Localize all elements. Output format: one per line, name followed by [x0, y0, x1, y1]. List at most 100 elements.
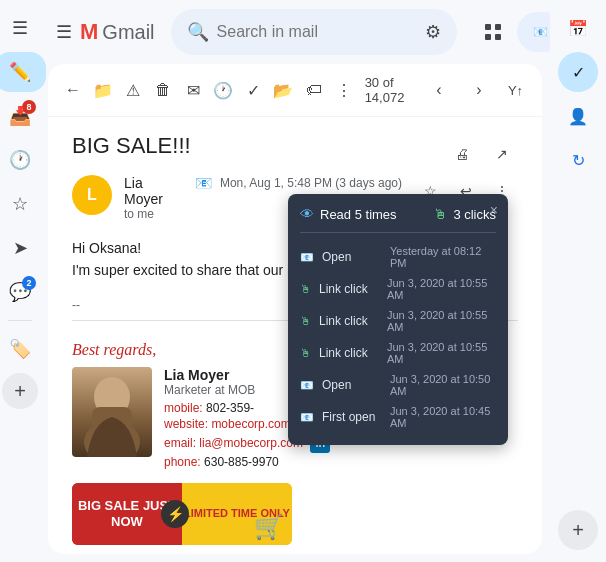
prev-email-button[interactable]: ‹	[421, 72, 457, 108]
clock-icon-btn[interactable]: 🕐	[0, 140, 40, 180]
cursor-icon: 🖱	[433, 206, 447, 222]
compose-button[interactable]: ✏️	[0, 52, 46, 92]
rs-sync-btn[interactable]: ↻	[558, 140, 598, 180]
gmail-text: Gmail	[102, 21, 154, 44]
move-button[interactable]: 📂	[270, 72, 296, 108]
email-date: Mon, Aug 1, 5:48 PM (3 days ago)	[220, 176, 402, 190]
pagination-text: 30 of 14,072	[365, 75, 417, 105]
main-content: ☰ M Gmail 🔍 ⚙ 📧 ❓ ⚙️	[40, 0, 550, 562]
more-button[interactable]: ⋮	[331, 72, 357, 108]
top-bar: ☰ M Gmail 🔍 ⚙ 📧 ❓ ⚙️	[40, 0, 550, 64]
rs-tasks-btn[interactable]: ✓	[558, 52, 598, 92]
tooltip-header: 👁 Read 5 times 🖱 3 clicks	[300, 206, 496, 222]
row-date: Yesterday at 08:12 PM	[390, 245, 496, 269]
sidebar-divider	[8, 320, 32, 321]
rs-contacts-btn[interactable]: 👤	[558, 96, 598, 136]
send-icon-btn[interactable]: ➤	[0, 228, 40, 268]
cart-icon: 🛒	[254, 513, 284, 541]
gmail-logo: M Gmail	[80, 19, 155, 45]
tooltip-row: 🖱 Link click Jun 3, 2020 at 10:55 AM	[300, 337, 496, 369]
sig-email-label: email:	[164, 436, 196, 450]
task-button[interactable]: ✓	[240, 72, 266, 108]
chat-badge: 2	[22, 276, 36, 290]
reads-stat: 👁 Read 5 times	[300, 206, 397, 222]
rs-add-button[interactable]: +	[558, 510, 598, 550]
add-label-button[interactable]: +	[2, 373, 38, 409]
tooltip-row: 📧 First open Jun 3, 2020 at 10:45 AM	[300, 401, 496, 433]
open-row-icon: 📧	[300, 379, 314, 392]
next-email-button[interactable]: ›	[461, 72, 497, 108]
inbox-badge: 8	[22, 100, 36, 114]
eye-icon: 👁	[300, 206, 314, 222]
filter-icon[interactable]: ⚙	[425, 21, 441, 43]
tracking-icon-btn[interactable]: 📧	[517, 12, 550, 52]
archive-button[interactable]: 📁	[90, 72, 116, 108]
sender-avatar: L	[72, 175, 112, 215]
signature-photo	[72, 367, 152, 457]
gmail-m-icon: M	[80, 19, 98, 45]
search-input[interactable]	[217, 23, 417, 41]
left-sidebar: ☰ ✏️ 📥 8 🕐 ☆ ➤ 💬 2 🏷️ +	[0, 0, 40, 562]
tooltip-row: 📧 Open Yesterday at 08:12 PM	[300, 241, 496, 273]
open-row-icon: 📧	[300, 251, 314, 264]
sig-mobile-label: mobile:	[164, 401, 203, 415]
search-bar[interactable]: 🔍 ⚙	[171, 9, 457, 55]
sig-phone: phone: 630-885-9970	[164, 455, 330, 469]
label-button[interactable]: 🏷	[301, 72, 327, 108]
signature-photo-inner	[72, 367, 152, 457]
row-date: Jun 3, 2020 at 10:50 AM	[390, 373, 496, 397]
pagination-arrows: ‹ ›	[421, 72, 497, 108]
menu-hamburger[interactable]: ☰	[56, 12, 72, 52]
hamburger-menu[interactable]: ☰	[0, 8, 40, 48]
click-row-icon: 🖱	[300, 283, 311, 295]
label-icon: 🏷️	[9, 338, 31, 360]
spam-button[interactable]: ⚠	[120, 72, 146, 108]
print-button[interactable]: 🖨	[446, 138, 478, 170]
sender-info: Lia Moyer to me	[124, 175, 183, 221]
banner-right: LIMITED TIME ONLY 🛒	[182, 483, 292, 545]
inbox-icon-btn[interactable]: 📥 8	[0, 96, 40, 136]
sort-button[interactable]: Y↑	[501, 72, 530, 108]
snooze-button[interactable]: 🕐	[210, 72, 236, 108]
banner-circle-icon: ⚡	[161, 500, 189, 528]
apps-icon-btn[interactable]	[473, 12, 513, 52]
tooltip-row: 🖱 Link click Jun 3, 2020 at 10:55 AM	[300, 305, 496, 337]
label-icon-btn[interactable]: 🏷️	[0, 329, 40, 369]
svg-rect-2	[485, 34, 491, 40]
top-icons: 📧 ❓ ⚙️ O	[473, 12, 550, 52]
tooltip-close-button[interactable]: ×	[490, 202, 498, 218]
star-icon-btn[interactable]: ☆	[0, 184, 40, 224]
external-link-button[interactable]: ↗	[486, 138, 518, 170]
email-icon-btn[interactable]: ✉	[180, 72, 206, 108]
reply-actions: ↩ Reply ↪ Forward	[72, 545, 518, 554]
row-label: Link click	[319, 314, 379, 328]
sale-banner: BIG SALE JUST NOW ⚡ LIMITED TIME ONLY 🛒	[72, 483, 292, 545]
tooltip-row: 📧 Open Jun 3, 2020 at 10:50 AM	[300, 369, 496, 401]
sig-website-value: mobecorp.com	[211, 417, 290, 431]
row-label: Open	[322, 378, 382, 392]
pencil-icon: ✏️	[9, 61, 31, 83]
sig-phone-value: 630-885-9970	[204, 455, 279, 469]
rs-calendar-btn[interactable]: 📅	[558, 8, 598, 48]
tooltip-divider	[300, 232, 496, 233]
row-label: Open	[322, 250, 382, 264]
click-row-icon: 🖱	[300, 347, 311, 359]
tooltip-row: 🖱 Link click Jun 3, 2020 at 10:55 AM	[300, 273, 496, 305]
star-icon: ☆	[12, 193, 28, 215]
svg-rect-3	[495, 34, 501, 40]
row-date: Jun 3, 2020 at 10:55 AM	[387, 309, 496, 333]
row-label: Link click	[319, 282, 379, 296]
email-meta: 📧 Mon, Aug 1, 5:48 PM (3 days ago)	[195, 175, 402, 191]
apps-icon	[483, 22, 503, 42]
sig-mobile-value: 802-359-	[206, 401, 254, 415]
back-button[interactable]: ←	[60, 72, 86, 108]
row-date: Jun 3, 2020 at 10:55 AM	[387, 341, 496, 365]
sig-phone-label: phone:	[164, 455, 201, 469]
chat-icon-btn[interactable]: 💬 2	[0, 272, 40, 312]
open-row-icon: 📧	[300, 411, 314, 424]
tracker-indicator: 📧	[195, 175, 212, 191]
person-silhouette	[72, 367, 152, 457]
delete-button[interactable]: 🗑	[150, 72, 176, 108]
search-icon: 🔍	[187, 21, 209, 43]
sender-to: to me	[124, 207, 183, 221]
